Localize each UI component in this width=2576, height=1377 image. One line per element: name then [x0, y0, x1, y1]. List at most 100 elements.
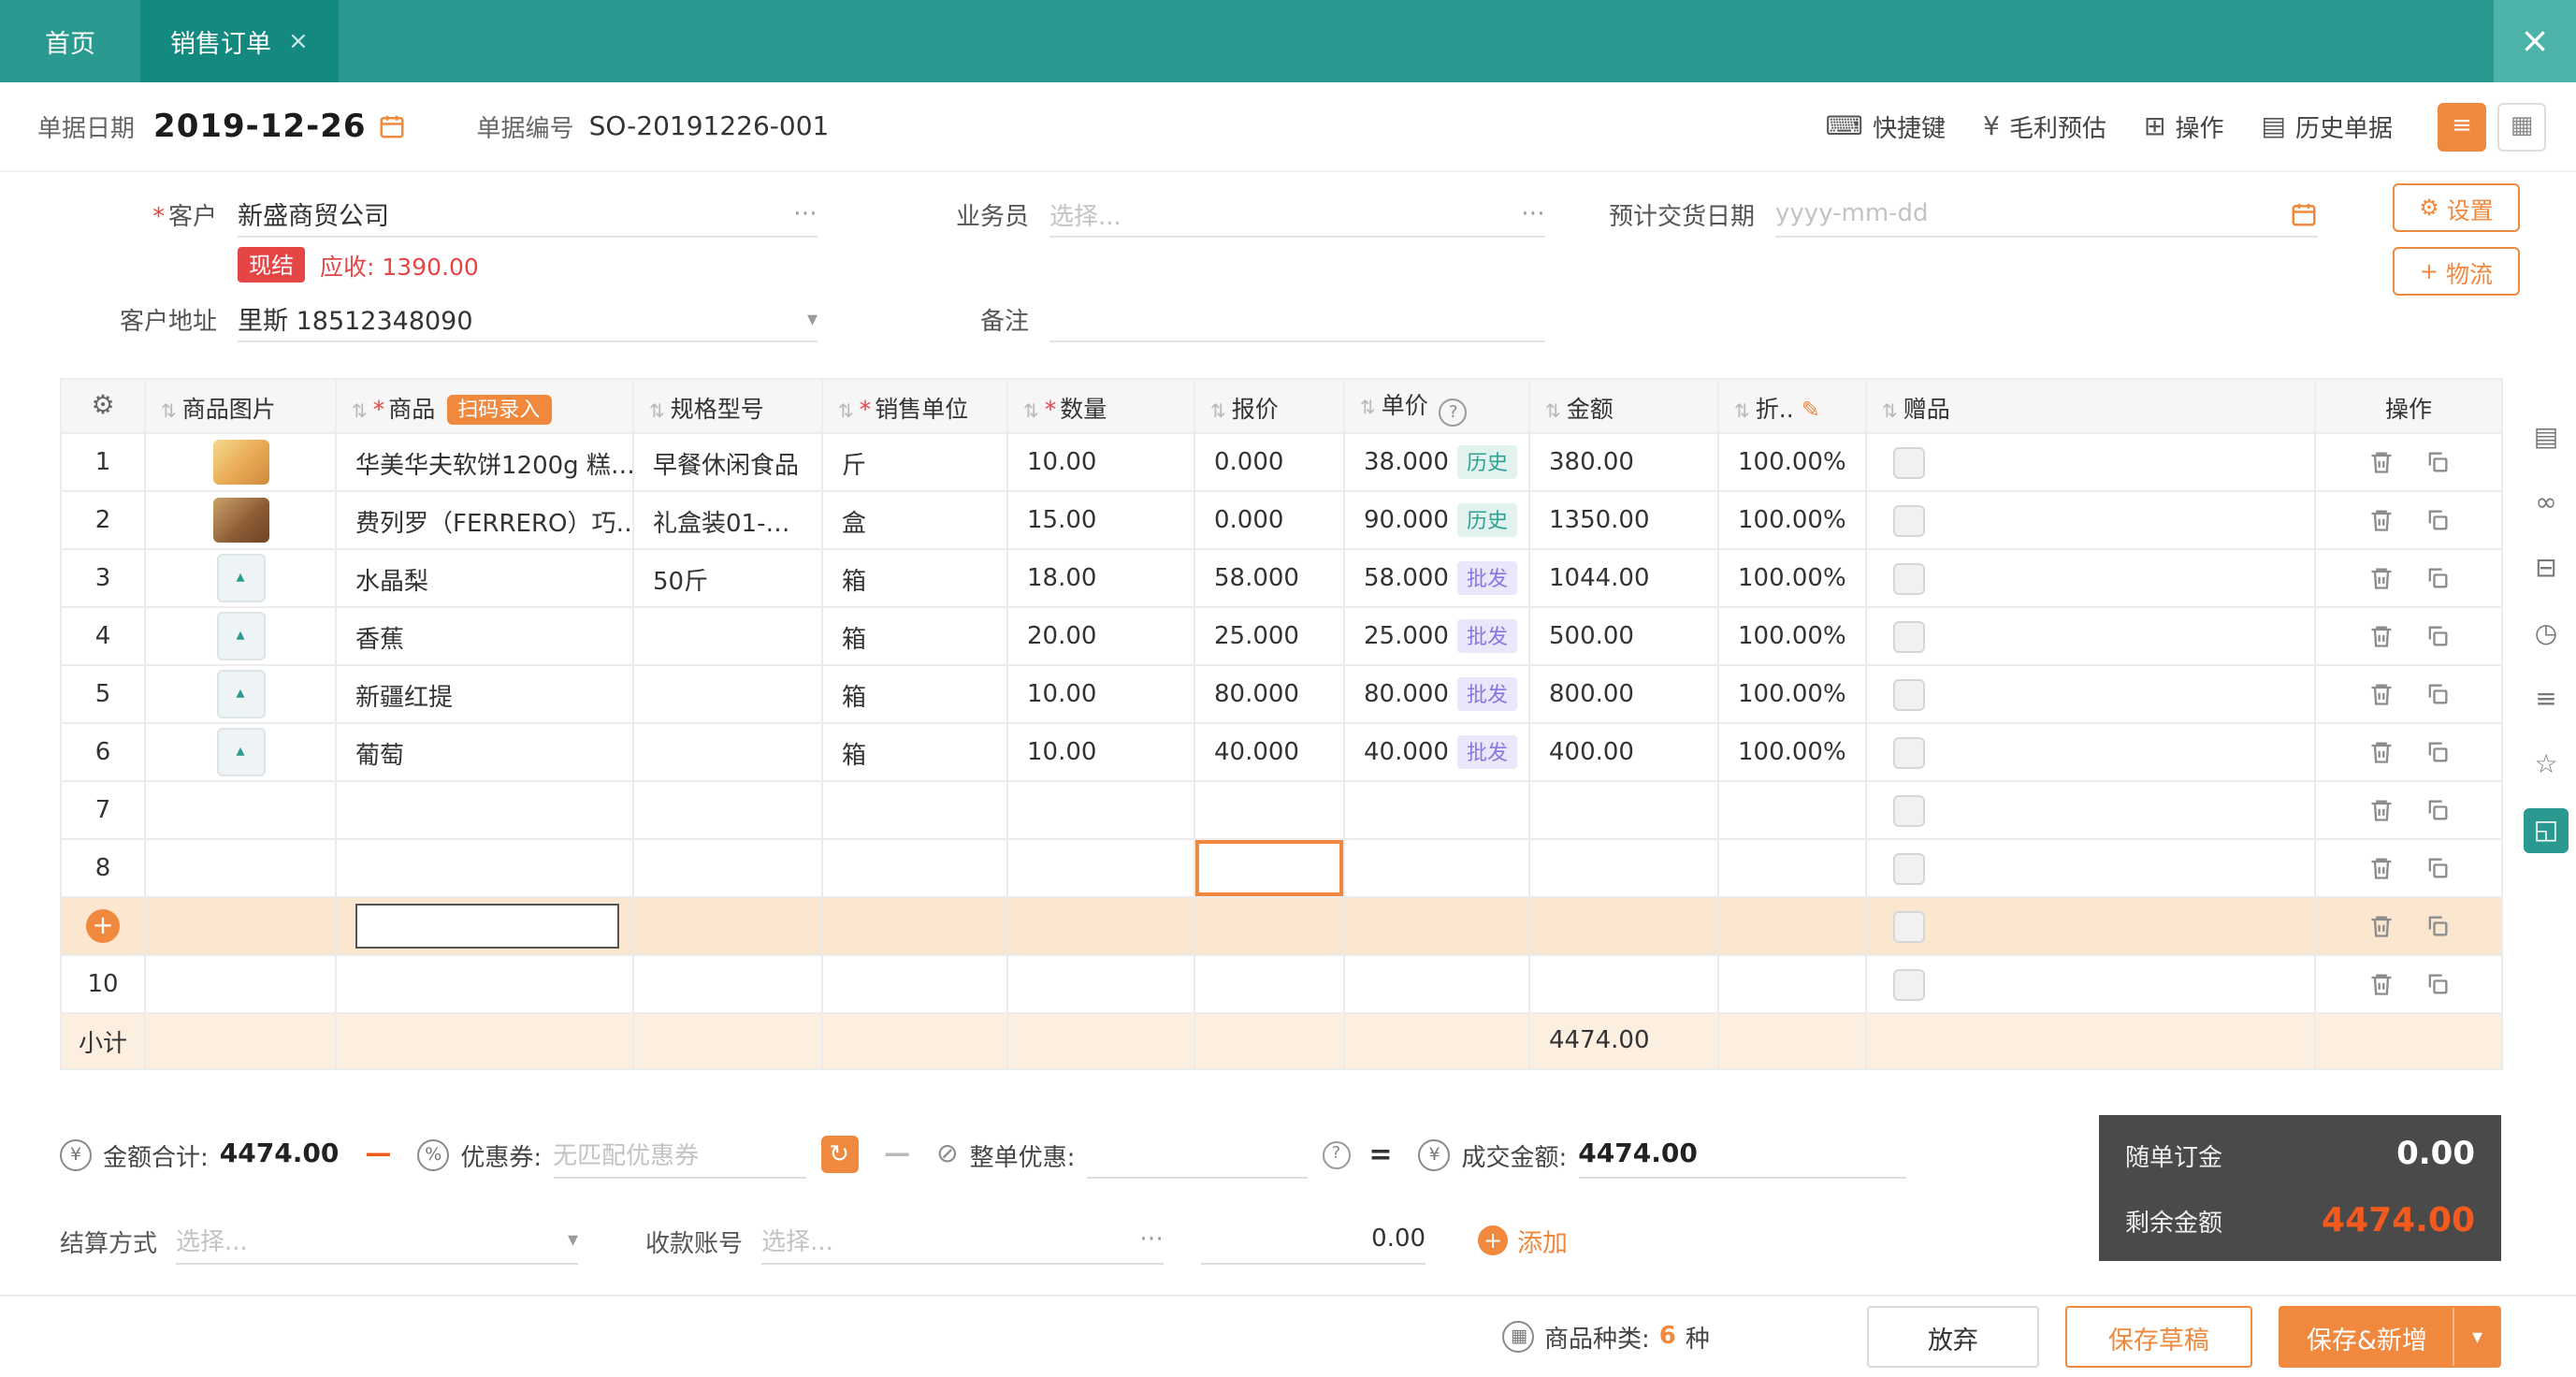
form-icon[interactable]: ▤: [2524, 415, 2569, 460]
shortcut-keys-button[interactable]: ⌨ 快捷键: [1826, 109, 1946, 144]
expand-icon[interactable]: ◱: [2524, 808, 2569, 853]
help-icon[interactable]: ?: [1322, 1140, 1351, 1168]
cell-unit[interactable]: 斤: [821, 432, 1008, 492]
product-edit-input[interactable]: [355, 904, 620, 949]
cell-unit[interactable]: [821, 954, 1008, 1014]
customer-field[interactable]: 新盛商贸公司 ⋯: [238, 191, 818, 238]
cell-quantity[interactable]: 20.00: [1006, 606, 1195, 666]
gift-checkbox[interactable]: [1893, 678, 1925, 710]
sort-icon[interactable]: ⇅: [1023, 401, 1039, 422]
profit-estimate-button[interactable]: ¥ 毛利预估: [1983, 109, 2106, 144]
save-and-new-button[interactable]: 保存&新增 ▾: [2278, 1306, 2501, 1368]
cell-quote[interactable]: [1194, 954, 1345, 1014]
account-more-icon[interactable]: ⋯: [1124, 1225, 1164, 1254]
cell-discount[interactable]: 100.00%: [1717, 548, 1867, 608]
received-amount-field[interactable]: 0.00: [1201, 1217, 1426, 1264]
tab-sales-order[interactable]: 销售订单 ×: [140, 0, 339, 82]
operations-button[interactable]: ⊞ 操作: [2144, 109, 2224, 144]
cell-unit-price[interactable]: 58.000 批发: [1343, 548, 1530, 608]
view-grid-toggle[interactable]: ▦: [2497, 102, 2546, 151]
add-payment-button[interactable]: + 添加: [1478, 1222, 1568, 1259]
cell-product-name[interactable]: 华美华夫软饼1200g 糕…: [335, 432, 634, 492]
cell-quote[interactable]: 40.000: [1194, 722, 1345, 782]
sort-icon[interactable]: ⇅: [1545, 401, 1561, 422]
delete-icon[interactable]: [2367, 971, 2394, 997]
cell-discount[interactable]: 100.00%: [1717, 432, 1867, 492]
delete-icon[interactable]: [2367, 797, 2394, 823]
sort-icon[interactable]: ⇅: [1734, 401, 1750, 422]
cell-spec[interactable]: [632, 954, 823, 1014]
copy-icon[interactable]: [2424, 797, 2450, 823]
view-list-toggle[interactable]: ≡: [2438, 102, 2486, 151]
cell-discount[interactable]: [1717, 954, 1867, 1014]
delete-icon[interactable]: [2367, 565, 2394, 591]
cell-amount[interactable]: [1528, 780, 1719, 840]
gift-checkbox[interactable]: [1893, 446, 1925, 478]
cell-spec[interactable]: [632, 896, 823, 956]
cell-amount[interactable]: 500.00: [1528, 606, 1719, 666]
print-icon[interactable]: ⊟: [2524, 546, 2569, 591]
cell-product-image[interactable]: [144, 896, 337, 956]
cell-unit-price[interactable]: 25.000 批发: [1343, 606, 1530, 666]
cell-discount[interactable]: 100.00%: [1717, 664, 1867, 724]
cell-product-image[interactable]: ▴: [144, 548, 337, 608]
settle-method-select[interactable]: 选择... ▾: [176, 1217, 579, 1264]
link-icon[interactable]: ∞: [2524, 481, 2569, 526]
copy-icon[interactable]: [2424, 913, 2450, 939]
cell-amount[interactable]: 800.00: [1528, 664, 1719, 724]
salesman-more-icon[interactable]: ⋯: [1506, 199, 1545, 227]
gift-checkbox[interactable]: [1893, 562, 1925, 594]
cell-product-image[interactable]: [144, 954, 337, 1014]
copy-icon[interactable]: [2424, 449, 2450, 475]
history-documents-button[interactable]: ▤ 历史单据: [2262, 109, 2394, 144]
cell-quote[interactable]: [1194, 780, 1345, 840]
tab-close-icon[interactable]: ×: [288, 27, 309, 55]
delete-icon[interactable]: [2367, 681, 2394, 707]
cell-amount[interactable]: 400.00: [1528, 722, 1719, 782]
cell-quantity[interactable]: [1006, 896, 1195, 956]
list-icon[interactable]: ≡: [2524, 677, 2569, 722]
cell-unit-price[interactable]: [1343, 838, 1530, 898]
logistics-button[interactable]: + 物流: [2393, 247, 2520, 296]
cell-product-image[interactable]: [144, 490, 337, 550]
cell-product-name[interactable]: [335, 896, 634, 956]
cell-product-image[interactable]: [144, 780, 337, 840]
window-close-button[interactable]: ×: [2494, 0, 2576, 82]
coupon-field[interactable]: 无匹配优惠券: [553, 1131, 806, 1178]
cell-quantity[interactable]: [1006, 838, 1195, 898]
gift-checkbox[interactable]: [1893, 736, 1925, 768]
gift-checkbox[interactable]: [1893, 794, 1925, 826]
cell-spec[interactable]: 早餐休闲食品: [632, 432, 823, 492]
cell-unit[interactable]: 箱: [821, 722, 1008, 782]
cell-amount[interactable]: 380.00: [1528, 432, 1719, 492]
cell-quantity[interactable]: 10.00: [1006, 432, 1195, 492]
cell-unit[interactable]: 箱: [821, 606, 1008, 666]
cell-quantity[interactable]: 10.00: [1006, 664, 1195, 724]
cell-quantity[interactable]: 18.00: [1006, 548, 1195, 608]
sort-icon[interactable]: ⇅: [649, 401, 665, 422]
cell-quote[interactable]: [1194, 896, 1345, 956]
cell-amount[interactable]: [1528, 954, 1719, 1014]
price-source-tag[interactable]: 批发: [1457, 735, 1517, 769]
star-icon[interactable]: ☆: [2524, 743, 2569, 788]
cell-product-name[interactable]: 葡萄: [335, 722, 634, 782]
cell-amount[interactable]: [1528, 838, 1719, 898]
cell-unit[interactable]: [821, 838, 1008, 898]
abandon-button[interactable]: 放弃: [1866, 1306, 2039, 1368]
delivery-date-field[interactable]: yyyy-mm-dd: [1775, 191, 2319, 238]
cell-spec[interactable]: 礼盒装01-…: [632, 490, 823, 550]
cell-quote[interactable]: 80.000: [1194, 664, 1345, 724]
gift-checkbox[interactable]: [1893, 620, 1925, 652]
cell-discount[interactable]: [1717, 780, 1867, 840]
gift-checkbox[interactable]: [1893, 852, 1925, 884]
cell-product-name[interactable]: 费列罗（FERRERO）巧…: [335, 490, 634, 550]
delete-icon[interactable]: [2367, 855, 2394, 881]
tab-home[interactable]: 首页: [0, 0, 140, 82]
cell-amount[interactable]: 1350.00: [1528, 490, 1719, 550]
deal-amount-field[interactable]: 4474.00: [1578, 1131, 1906, 1178]
cell-product-name[interactable]: [335, 780, 634, 840]
cell-discount[interactable]: 100.00%: [1717, 606, 1867, 666]
cell-product-image[interactable]: [144, 838, 337, 898]
cell-quantity[interactable]: 15.00: [1006, 490, 1195, 550]
copy-icon[interactable]: [2424, 507, 2450, 533]
